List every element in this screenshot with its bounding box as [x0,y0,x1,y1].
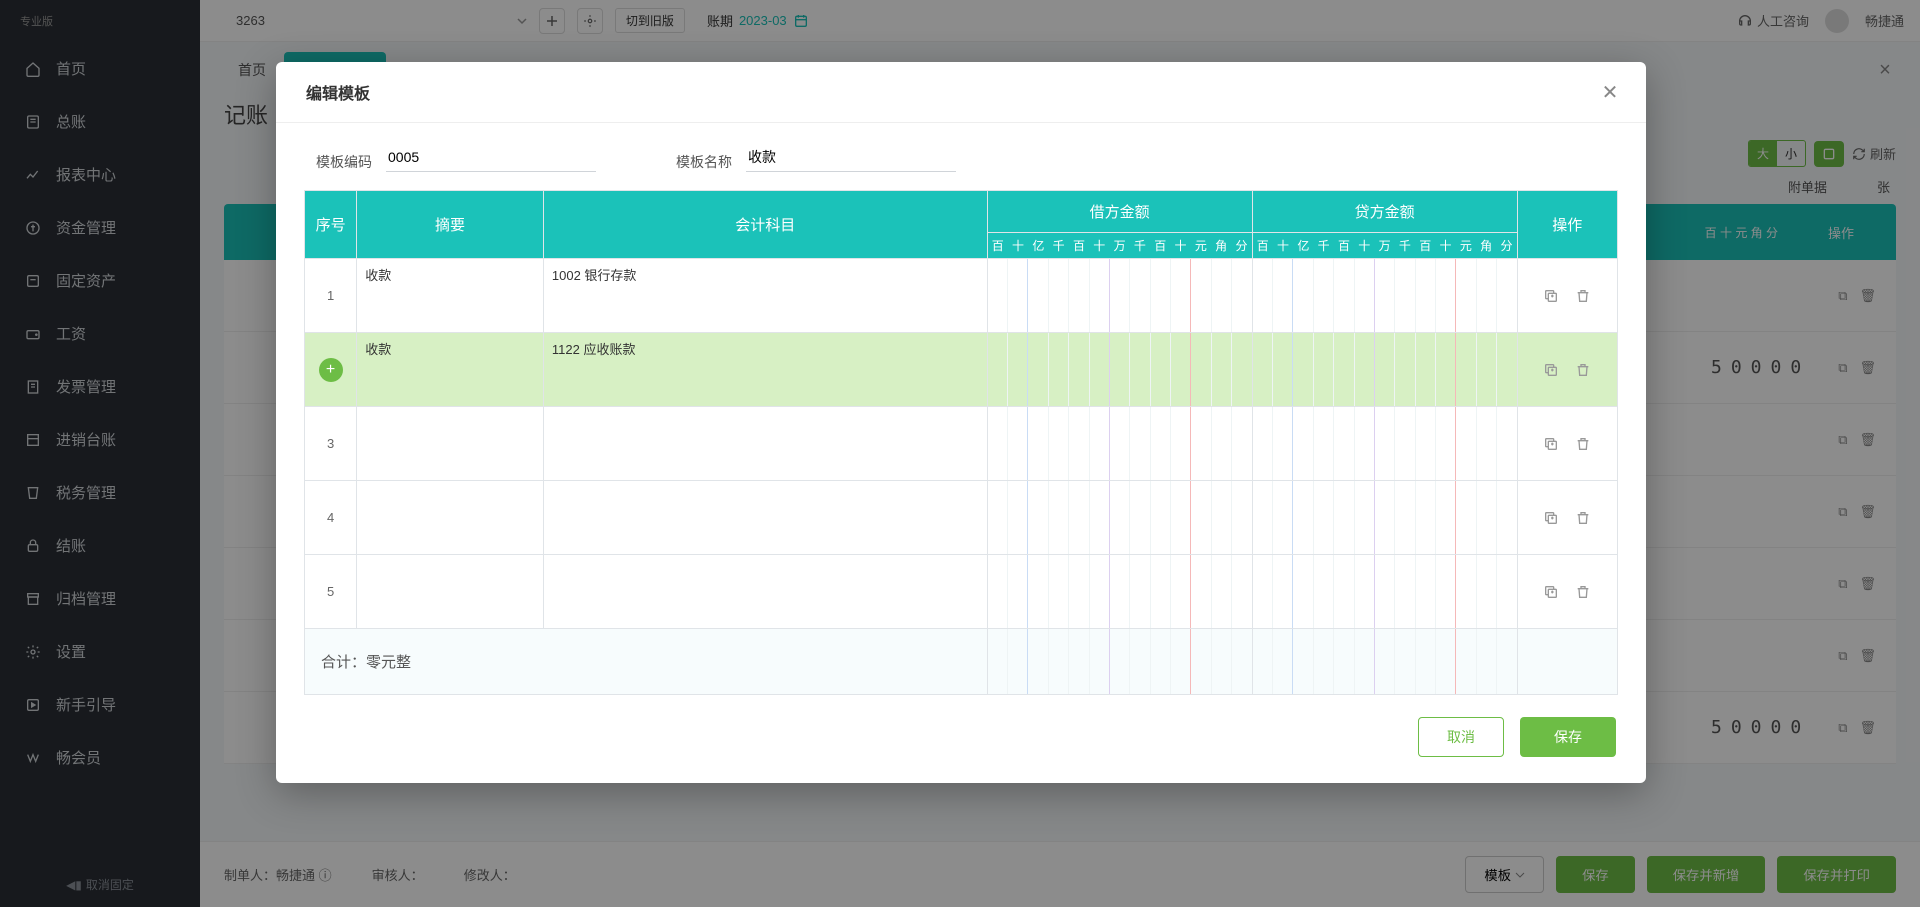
total-debit [987,629,1252,695]
modal-title: 编辑模板 [306,80,370,104]
cell-account[interactable]: 1002 银行存款 [543,259,987,333]
cell-credit[interactable] [1252,407,1517,481]
th-credit-digits: 百十亿千百十万千百十元角分 [1252,233,1517,259]
modal-form: 模板编码 模板名称 [276,123,1646,190]
delete-icon[interactable] [1574,287,1592,305]
cell-ops [1517,481,1617,555]
cell-seq: 1 [305,259,357,333]
cell-account[interactable]: 1122 应收账款 [543,333,987,407]
total-ops-cell [1517,629,1617,695]
template-name-input[interactable] [746,145,956,172]
th-seq: 序号 [305,191,357,259]
cell-debit[interactable] [987,259,1252,333]
modal-header: 编辑模板 ✕ [276,62,1646,123]
modal-close-button[interactable]: ✕ [1598,80,1622,104]
total-credit [1252,629,1517,695]
table-row[interactable]: + 收款1122 应收账款 [305,333,1618,407]
th-credit: 贷方金额 [1252,191,1517,233]
table-row[interactable]: 5 [305,555,1618,629]
cell-debit[interactable] [987,407,1252,481]
cell-account[interactable] [543,407,987,481]
delete-icon[interactable] [1574,583,1592,601]
th-ops: 操作 [1517,191,1617,259]
th-debit-digits: 百十亿千百十万千百十元角分 [987,233,1252,259]
cell-seq: 3 [305,407,357,481]
template-code-field: 模板编码 [316,145,596,172]
delete-icon[interactable] [1574,435,1592,453]
add-row-button[interactable]: + [319,358,343,382]
th-abstract: 摘要 [357,191,544,259]
cell-credit[interactable] [1252,259,1517,333]
cell-ops [1517,333,1617,407]
cancel-button[interactable]: 取消 [1418,717,1504,757]
cell-credit[interactable] [1252,555,1517,629]
total-label: 合计：零元整 [305,629,988,695]
cell-seq: 4 [305,481,357,555]
cell-seq: 5 [305,555,357,629]
modal-footer: 取消 保存 [276,695,1646,761]
template-table: 序号 摘要 会计科目 借方金额 贷方金额 操作 百十亿千百十万千百十元角分 百十… [304,190,1618,695]
delete-icon[interactable] [1574,509,1592,527]
copy-icon[interactable] [1542,435,1560,453]
cell-account[interactable] [543,481,987,555]
template-code-input[interactable] [386,145,596,172]
copy-icon[interactable] [1542,509,1560,527]
cell-account[interactable] [543,555,987,629]
cell-credit[interactable] [1252,333,1517,407]
cell-abstract[interactable]: 收款 [357,333,544,407]
table-row[interactable]: 3 [305,407,1618,481]
cell-abstract[interactable] [357,407,544,481]
save-button[interactable]: 保存 [1520,717,1616,757]
cell-abstract[interactable]: 收款 [357,259,544,333]
template-code-label: 模板编码 [316,152,372,172]
template-name-field: 模板名称 [676,145,956,172]
cell-seq: + [305,333,357,407]
edit-template-modal: 编辑模板 ✕ 模板编码 模板名称 序号 摘要 会计科目 借方金额 贷方金额 操作 [276,62,1646,783]
cell-debit[interactable] [987,481,1252,555]
table-row[interactable]: 1收款1002 银行存款 [305,259,1618,333]
cell-ops [1517,555,1617,629]
cell-ops [1517,407,1617,481]
cell-abstract[interactable] [357,555,544,629]
cell-debit[interactable] [987,333,1252,407]
cell-abstract[interactable] [357,481,544,555]
th-debit: 借方金额 [987,191,1252,233]
template-name-label: 模板名称 [676,152,732,172]
cell-debit[interactable] [987,555,1252,629]
cell-credit[interactable] [1252,481,1517,555]
copy-icon[interactable] [1542,287,1560,305]
copy-icon[interactable] [1542,361,1560,379]
cell-ops [1517,259,1617,333]
copy-icon[interactable] [1542,583,1560,601]
th-account: 会计科目 [543,191,987,259]
table-row[interactable]: 4 [305,481,1618,555]
delete-icon[interactable] [1574,361,1592,379]
